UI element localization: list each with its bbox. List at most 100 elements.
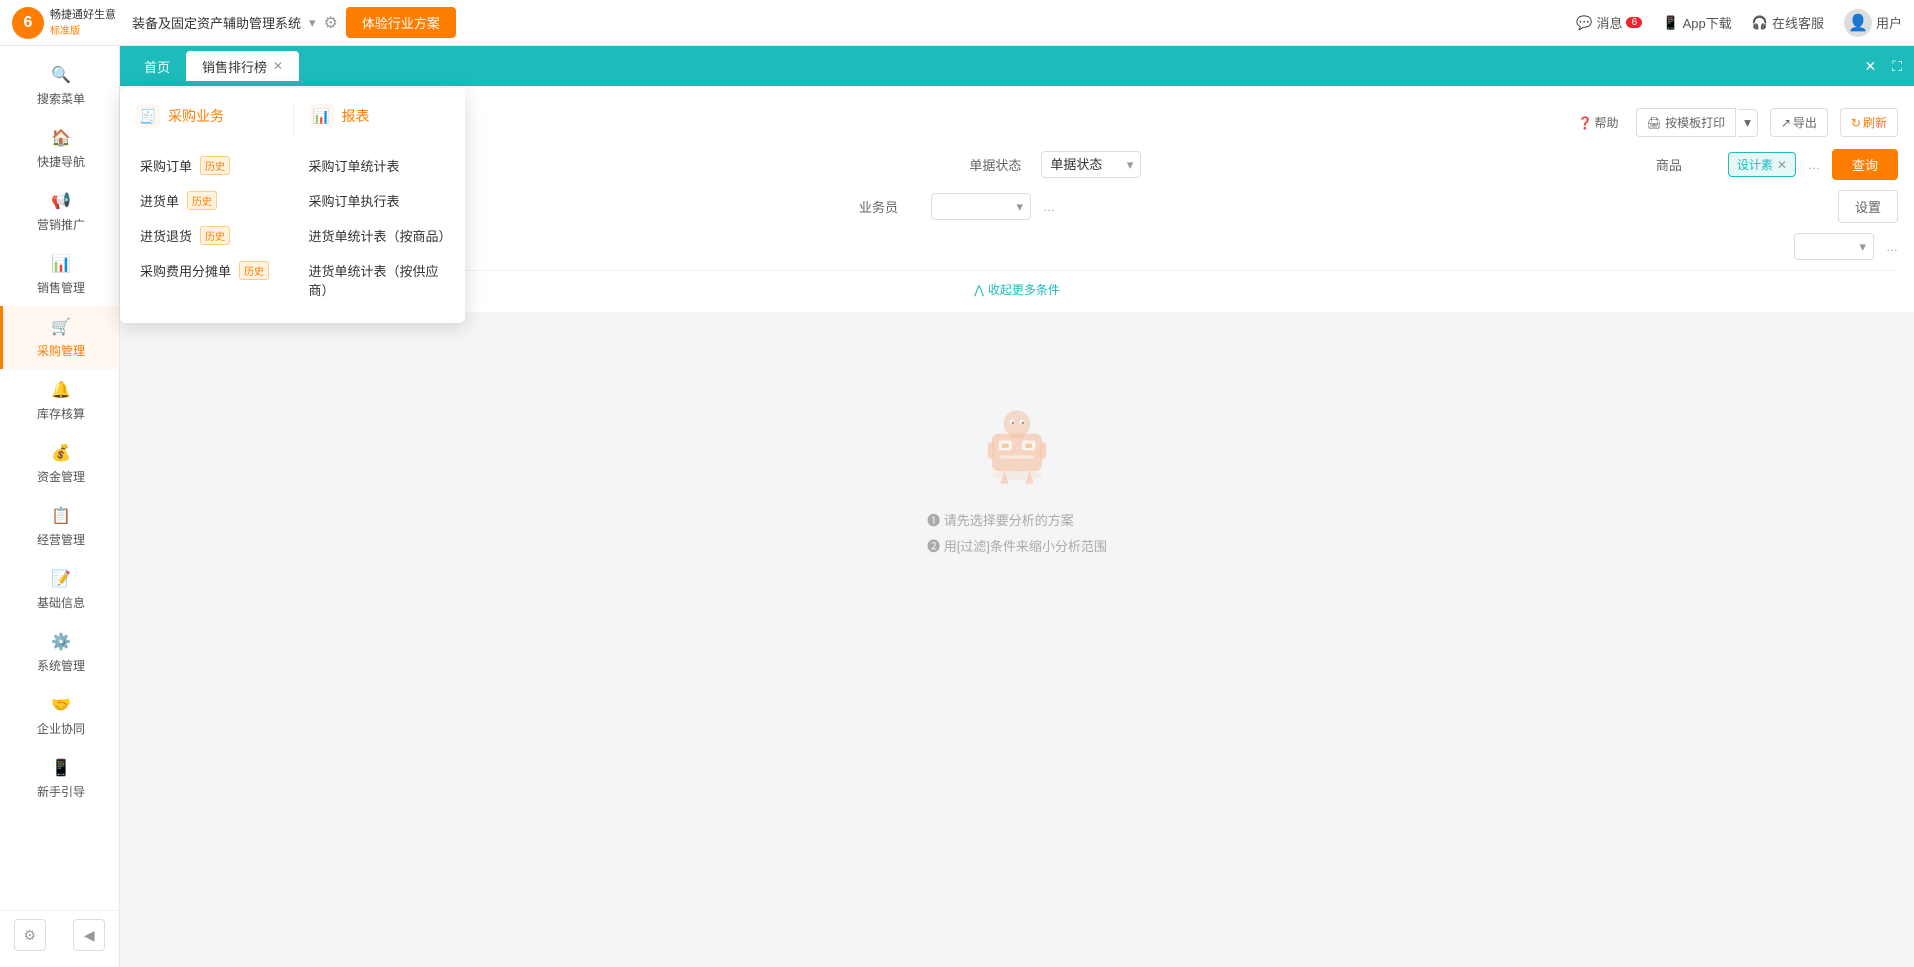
sidebar-item-enterprise[interactable]: 🤝 企业协同 bbox=[0, 684, 119, 747]
goods-label: 商品 bbox=[1656, 155, 1716, 174]
user-label: 用户 bbox=[1876, 13, 1902, 32]
dropdown-report-col: 📊 报表 采购订单统计表 采购订单执行表 进货单统计表（按商品） 进货单统 bbox=[293, 104, 450, 307]
header-right: 💬 消息 6 📱 App下载 🎧 在线客服 👤 用户 bbox=[1576, 9, 1902, 37]
message-icon: 💬 bbox=[1576, 15, 1592, 31]
dropdown-item-purchase-order-stats[interactable]: 采购订单统计表 bbox=[293, 148, 450, 183]
question-icon: ❓ bbox=[1578, 116, 1593, 130]
help-label: 帮助 bbox=[1595, 114, 1619, 131]
headset-icon: 🎧 bbox=[1752, 15, 1768, 31]
customer-more[interactable]: … bbox=[1886, 240, 1898, 254]
top-header: 6 畅捷通好生意 标准版 装备及固定资产辅助管理系统 ▾ ⚙ 体验行业方案 💬 … bbox=[0, 0, 1914, 46]
gear-icon: ⚙️ bbox=[50, 631, 72, 653]
print-dropdown-btn[interactable]: ▾ bbox=[1738, 109, 1758, 137]
purchase-col-title: 采购业务 bbox=[168, 106, 224, 126]
sidebar-label-finance: 资金管理 bbox=[37, 468, 85, 485]
logo-area: 6 畅捷通好生意 标准版 bbox=[12, 7, 132, 39]
collapse-btn[interactable]: ⋀ 收起更多条件 bbox=[958, 277, 1076, 302]
money-icon: 💰 bbox=[50, 442, 72, 464]
online-service-label: 在线客服 bbox=[1772, 13, 1824, 32]
query-btn[interactable]: 查询 bbox=[1832, 149, 1898, 180]
home-icon: 🏠 bbox=[50, 127, 72, 149]
industry-btn[interactable]: 体验行业方案 bbox=[346, 7, 456, 38]
purchase-order-exec-label: 采购订单执行表 bbox=[309, 191, 400, 210]
dropdown-item-purchase-order[interactable]: 采购订单 历史 bbox=[136, 148, 293, 183]
sidebar-item-operations[interactable]: 📋 经营管理 bbox=[0, 495, 119, 558]
sidebar-item-basic-info[interactable]: 📝 基础信息 bbox=[0, 558, 119, 621]
message-btn[interactable]: 💬 消息 6 bbox=[1576, 13, 1642, 32]
print-btn[interactable]: 🖨 按模板打印 bbox=[1636, 108, 1737, 137]
bell-icon: 🔔 bbox=[50, 379, 72, 401]
salesman-select-wrapper bbox=[931, 193, 1031, 220]
search-icon: 🔍 bbox=[50, 64, 72, 86]
voucher-status-label: 单据状态 bbox=[969, 155, 1029, 174]
sidebar-label-system: 系统管理 bbox=[37, 657, 85, 674]
report-col-header: 📊 报表 bbox=[293, 104, 450, 136]
online-service-btn[interactable]: 🎧 在线客服 bbox=[1752, 13, 1824, 32]
settings-btn[interactable]: 设置 bbox=[1838, 190, 1898, 223]
dropdown-item-purchase-expense[interactable]: 采购费用分摊单 历史 bbox=[136, 253, 293, 288]
goods-more[interactable]: … bbox=[1808, 158, 1820, 172]
collapse-icon: ⋀ bbox=[974, 283, 984, 297]
sidebar-label-inventory: 库存核算 bbox=[37, 405, 85, 422]
sidebar-label-basic-info: 基础信息 bbox=[37, 594, 85, 611]
goods-return-label: 进货退货 bbox=[140, 226, 192, 245]
sidebar-item-marketing[interactable]: 📢 营销推广 bbox=[0, 180, 119, 243]
sidebar-collapse-btn[interactable]: ◀ bbox=[73, 919, 105, 951]
tab-bar: 首页 销售排行榜 ✕ ✕ ⛶ bbox=[120, 46, 1914, 86]
sidebar-item-search[interactable]: 🔍 搜索菜单 bbox=[0, 54, 119, 117]
goods-stats-by-supplier-label: 进货单统计表（按供应商） bbox=[309, 261, 446, 299]
history-tag-2: 历史 bbox=[200, 226, 230, 245]
sidebar-item-sales[interactable]: 📊 销售管理 bbox=[0, 243, 119, 306]
dropdown-menu: 🧾 采购业务 采购订单 历史 进货单 历史 进货退货 历史 bbox=[120, 88, 465, 323]
help-btn[interactable]: ❓ 帮助 bbox=[1573, 109, 1624, 136]
print-label: 按模板打印 bbox=[1665, 116, 1725, 130]
tab-sales-ranking-label: 销售排行榜 bbox=[202, 57, 267, 76]
info-icon: 📝 bbox=[50, 568, 72, 590]
user-btn[interactable]: 👤 用户 bbox=[1844, 9, 1902, 37]
report-col-title: 报表 bbox=[342, 106, 370, 126]
dropdown-purchase-col: 🧾 采购业务 采购订单 历史 进货单 历史 进货退货 历史 bbox=[136, 104, 293, 307]
tab-bar-actions: ✕ ⛶ bbox=[1860, 54, 1906, 79]
sidebar-item-navigation[interactable]: 🏠 快捷导航 bbox=[0, 117, 119, 180]
dropdown-item-goods-stats-by-goods[interactable]: 进货单统计表（按商品） bbox=[293, 218, 450, 253]
bar-chart-icon: 📊 bbox=[313, 108, 330, 125]
tab-home[interactable]: 首页 bbox=[128, 51, 186, 81]
tab-sales-ranking[interactable]: 销售排行榜 ✕ bbox=[186, 51, 299, 81]
avatar: 👤 bbox=[1844, 9, 1872, 37]
sidebar-item-guide[interactable]: 📱 新手引导 bbox=[0, 747, 119, 810]
system-dropdown-icon[interactable]: ▾ bbox=[309, 15, 316, 31]
sidebar-settings-btn[interactable]: ⚙ bbox=[14, 919, 46, 951]
export-btn[interactable]: ↗ 导出 bbox=[1770, 108, 1828, 137]
purchase-col-icon: 🧾 bbox=[136, 104, 160, 128]
logo-text: 畅捷通好生意 bbox=[50, 8, 116, 22]
sidebar-item-purchase[interactable]: 🛒 采购管理 bbox=[0, 306, 119, 369]
print-btn-group: 🖨 按模板打印 ▾ bbox=[1636, 108, 1758, 137]
sidebar-label-guide: 新手引导 bbox=[37, 783, 85, 800]
dropdown-item-goods-return[interactable]: 进货退货 历史 bbox=[136, 218, 293, 253]
sidebar-label-sales: 销售管理 bbox=[37, 279, 85, 296]
app-download-btn[interactable]: 📱 App下载 bbox=[1662, 13, 1731, 32]
tab-fullscreen-btn[interactable]: ⛶ bbox=[1888, 54, 1906, 79]
sidebar-item-system[interactable]: ⚙️ 系统管理 bbox=[0, 621, 119, 684]
chart-icon: 📊 bbox=[50, 253, 72, 275]
sidebar-item-finance[interactable]: 💰 资金管理 bbox=[0, 432, 119, 495]
report-col-icon: 📊 bbox=[310, 104, 334, 128]
voucher-status-select[interactable]: 单据状态 bbox=[1041, 151, 1141, 178]
salesman-select[interactable] bbox=[931, 193, 1031, 220]
sidebar-label-operations: 经营管理 bbox=[37, 531, 85, 548]
tab-close-all-btn[interactable]: ✕ bbox=[1860, 54, 1880, 79]
customer-select[interactable] bbox=[1794, 233, 1874, 260]
dropdown-item-goods-receipt[interactable]: 进货单 历史 bbox=[136, 183, 293, 218]
dropdown-item-purchase-order-exec[interactable]: 采购订单执行表 bbox=[293, 183, 450, 218]
dropdown-item-goods-stats-by-supplier[interactable]: 进货单统计表（按供应商） bbox=[293, 253, 450, 307]
salesman-more[interactable]: … bbox=[1043, 200, 1055, 214]
message-badge: 6 bbox=[1626, 17, 1642, 28]
sidebar-label-enterprise: 企业协同 bbox=[37, 720, 85, 737]
sidebar-item-inventory[interactable]: 🔔 库存核算 bbox=[0, 369, 119, 432]
sidebar-label-navigation: 快捷导航 bbox=[37, 153, 85, 170]
empty-state: ❶ 请先选择要分析的方案 ❷ 用[过滤]条件来缩小分析范围 bbox=[120, 312, 1914, 640]
settings-icon[interactable]: ⚙ bbox=[324, 13, 338, 33]
tab-close-icon[interactable]: ✕ bbox=[273, 59, 283, 73]
goods-tag-remove[interactable]: ✕ bbox=[1777, 158, 1787, 172]
refresh-btn[interactable]: ↻ 刷新 bbox=[1840, 108, 1898, 137]
